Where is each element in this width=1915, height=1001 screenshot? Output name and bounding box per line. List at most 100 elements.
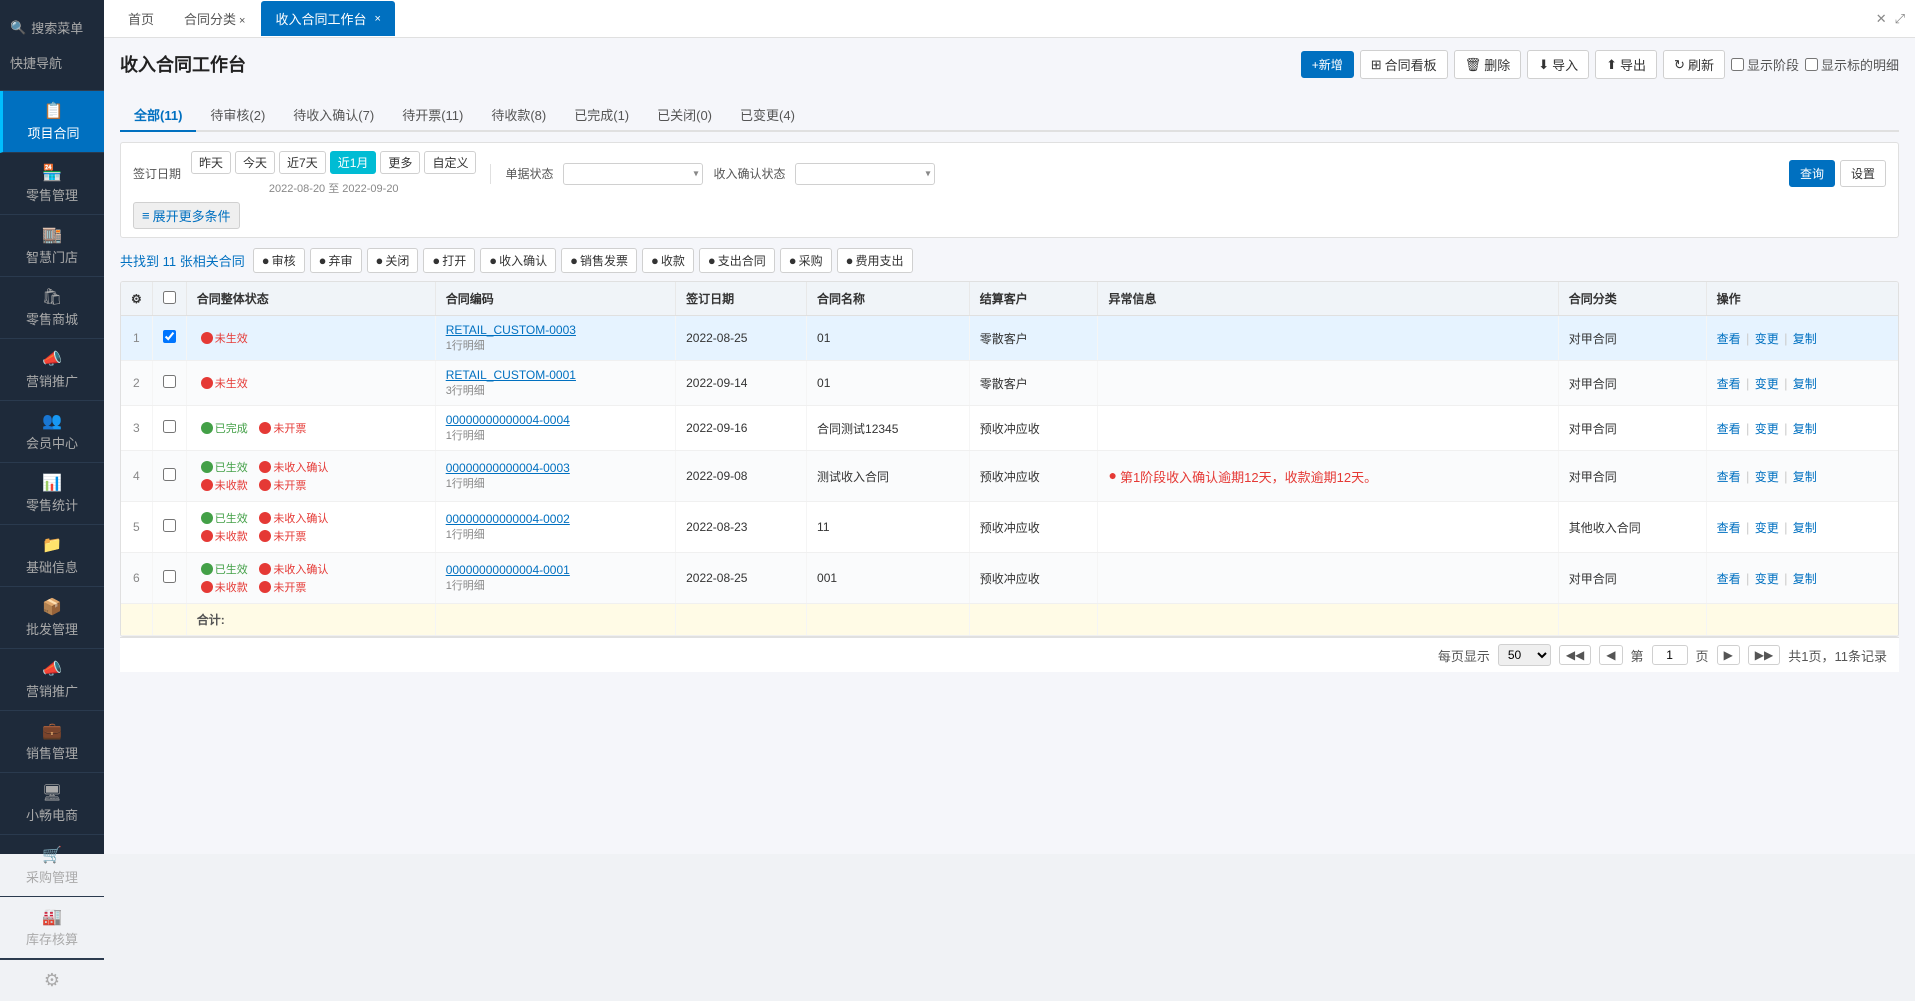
contract-code-link[interactable]: RETAIL_CUSTOM-0003 [446, 323, 665, 337]
contract-code-link[interactable]: RETAIL_CUSTOM-0001 [446, 368, 665, 382]
sidebar-item-smart-store[interactable]: 🏬智慧门店 [0, 215, 104, 277]
edit-op-btn[interactable]: 变更 [1755, 332, 1779, 346]
prev-page-button[interactable]: ◀ [1599, 645, 1622, 665]
status-tab-pending-review[interactable]: 待审核(2) [196, 99, 279, 132]
copy-op-btn[interactable]: 复制 [1793, 572, 1817, 586]
settings-icon[interactable]: ⚙ [0, 970, 104, 991]
date-btn-custom[interactable]: 自定义 [424, 151, 476, 174]
sidebar-item-project[interactable]: 📋项目合同 [0, 91, 104, 153]
add-button[interactable]: +新增 [1301, 51, 1354, 78]
query-button[interactable]: 查询 [1789, 160, 1835, 187]
copy-op-btn[interactable]: 复制 [1793, 422, 1817, 436]
status-tab-changed[interactable]: 已变更(4) [726, 99, 809, 132]
row-checkbox[interactable] [152, 316, 186, 361]
action-btn-弃审[interactable]: ● 弃审 [310, 248, 362, 273]
first-page-button[interactable]: ◀◀ [1559, 645, 1591, 665]
next-page-button[interactable]: ▶ [1717, 645, 1740, 665]
contract-code-link[interactable]: 00000000000004-0003 [446, 461, 665, 475]
date-btn-yesterday[interactable]: 昨天 [191, 151, 231, 174]
action-btn-打开[interactable]: ● 打开 [423, 248, 475, 273]
status-tab-pending-payment[interactable]: 待收款(8) [477, 99, 560, 132]
row-checkbox[interactable] [152, 451, 186, 502]
sidebar-item-retail-mgmt[interactable]: 🏪零售管理 [0, 153, 104, 215]
per-page-select[interactable]: 50 100 [1498, 644, 1551, 666]
view-op-btn[interactable]: 查看 [1717, 422, 1741, 436]
tab-income-workbench[interactable]: 收入合同工作台× [261, 1, 394, 36]
view-op-btn[interactable]: 查看 [1717, 521, 1741, 535]
copy-op-btn[interactable]: 复制 [1793, 521, 1817, 535]
sidebar-item-purchase[interactable]: 🛒采购管理 [0, 835, 104, 897]
sidebar-item-retail-shop[interactable]: 🛍零售商城 [0, 277, 104, 339]
edit-op-btn[interactable]: 变更 [1755, 470, 1779, 484]
edit-op-btn[interactable]: 变更 [1755, 422, 1779, 436]
sidebar-item-marketing2[interactable]: 📣营销推广 [0, 649, 104, 711]
export-button[interactable]: ⬆ 导出 [1595, 50, 1657, 79]
row-checkbox[interactable] [152, 361, 186, 406]
sidebar-item-marketing[interactable]: 📣营销推广 [0, 339, 104, 401]
action-btn-收入确认[interactable]: ● 收入确认 [480, 248, 556, 273]
status-tab-pending-invoice[interactable]: 待开票(11) [388, 99, 477, 132]
view-op-btn[interactable]: 查看 [1717, 377, 1741, 391]
view-op-btn[interactable]: 查看 [1717, 572, 1741, 586]
contract-code-link[interactable]: 00000000000004-0001 [446, 563, 665, 577]
status-tab-completed[interactable]: 已完成(1) [560, 99, 643, 132]
action-btn-支出合同[interactable]: ● 支出合同 [699, 248, 775, 273]
edit-op-btn[interactable]: 变更 [1755, 377, 1779, 391]
show-fields-checkbox[interactable]: 显示阶段 [1731, 55, 1799, 74]
sidebar-item-basic-info[interactable]: 📁基础信息 [0, 525, 104, 587]
sidebar-item-retail-stat[interactable]: 📊零售统计 [0, 463, 104, 525]
income-confirm-select[interactable] [795, 163, 935, 185]
status-tab-closed[interactable]: 已关闭(0) [643, 99, 726, 132]
date-btn-today[interactable]: 今天 [235, 151, 275, 174]
import-button[interactable]: ⬇ 导入 [1527, 50, 1589, 79]
expand-filter-button[interactable]: ≡ 展开更多条件 [133, 202, 240, 229]
view-op-btn[interactable]: 查看 [1717, 332, 1741, 346]
delete-button[interactable]: 🗑 删除 [1454, 50, 1522, 79]
contract-board-button[interactable]: ⊞ 合同看板 [1360, 50, 1448, 79]
copy-op-btn[interactable]: 复制 [1793, 332, 1817, 346]
copy-op-btn[interactable]: 复制 [1793, 377, 1817, 391]
show-detail-checkbox[interactable]: 显示标的明细 [1805, 55, 1899, 74]
sidebar-icon-retail-mgmt: 🏪 [0, 163, 104, 183]
sidebar-item-batch-mgmt[interactable]: 📦批发管理 [0, 587, 104, 649]
window-maximize-icon[interactable]: ⤢ [1895, 11, 1905, 27]
date-btn-1month[interactable]: 近1月 [330, 151, 377, 174]
tab-home[interactable]: 首页 [114, 1, 168, 36]
edit-op-btn[interactable]: 变更 [1755, 521, 1779, 535]
action-btn-采购[interactable]: ● 采购 [780, 248, 832, 273]
status-tab-all[interactable]: 全部(11) [120, 99, 196, 132]
contract-code-link[interactable]: 00000000000004-0004 [446, 413, 665, 427]
action-btn-关闭[interactable]: ● 关闭 [367, 248, 419, 273]
action-btn-费用支出[interactable]: ● 费用支出 [837, 248, 913, 273]
contract-code-link[interactable]: 00000000000004-0002 [446, 512, 665, 526]
sidebar-item-xiaochang[interactable]: 🖥小畅电商 [0, 773, 104, 835]
copy-op-btn[interactable]: 复制 [1793, 470, 1817, 484]
last-page-button[interactable]: ▶▶ [1748, 645, 1780, 665]
select-all-checkbox[interactable] [163, 291, 176, 304]
page-number-input[interactable] [1652, 645, 1688, 665]
row-checkbox[interactable] [152, 553, 186, 604]
action-btn-销售发票[interactable]: ● 销售发票 [561, 248, 637, 273]
row-abnormal [1098, 361, 1558, 406]
refresh-button[interactable]: ↻ 刷新 [1663, 50, 1725, 79]
row-checkbox[interactable] [152, 502, 186, 553]
tab-close-contract-category[interactable]: × [239, 15, 245, 27]
sidebar-nav[interactable]: 快捷导航 [0, 45, 104, 80]
sidebar-item-member[interactable]: 👥会员中心 [0, 401, 104, 463]
row-checkbox[interactable] [152, 406, 186, 451]
sidebar-search[interactable]: 🔍 搜索菜单 [0, 10, 104, 45]
view-op-btn[interactable]: 查看 [1717, 470, 1741, 484]
edit-op-btn[interactable]: 变更 [1755, 572, 1779, 586]
settings-button[interactable]: 设置 [1840, 160, 1886, 187]
date-btn-7days[interactable]: 近7天 [279, 151, 326, 174]
sidebar-item-inventory[interactable]: 🏭库存核算 [0, 897, 104, 959]
window-close-icon[interactable]: ✕ [1876, 11, 1887, 27]
doc-status-select[interactable] [563, 163, 703, 185]
date-btn-more[interactable]: 更多 [380, 151, 420, 174]
tab-close-income-workbench[interactable]: × [374, 13, 380, 25]
status-tab-pending-income-confirm[interactable]: 待收入确认(7) [279, 99, 388, 132]
action-btn-收款[interactable]: ● 收款 [642, 248, 694, 273]
tab-contract-category[interactable]: 合同分类× [170, 1, 259, 36]
action-btn-审核[interactable]: ● 审核 [253, 248, 305, 273]
sidebar-item-sales-mgmt[interactable]: 💼销售管理 [0, 711, 104, 773]
